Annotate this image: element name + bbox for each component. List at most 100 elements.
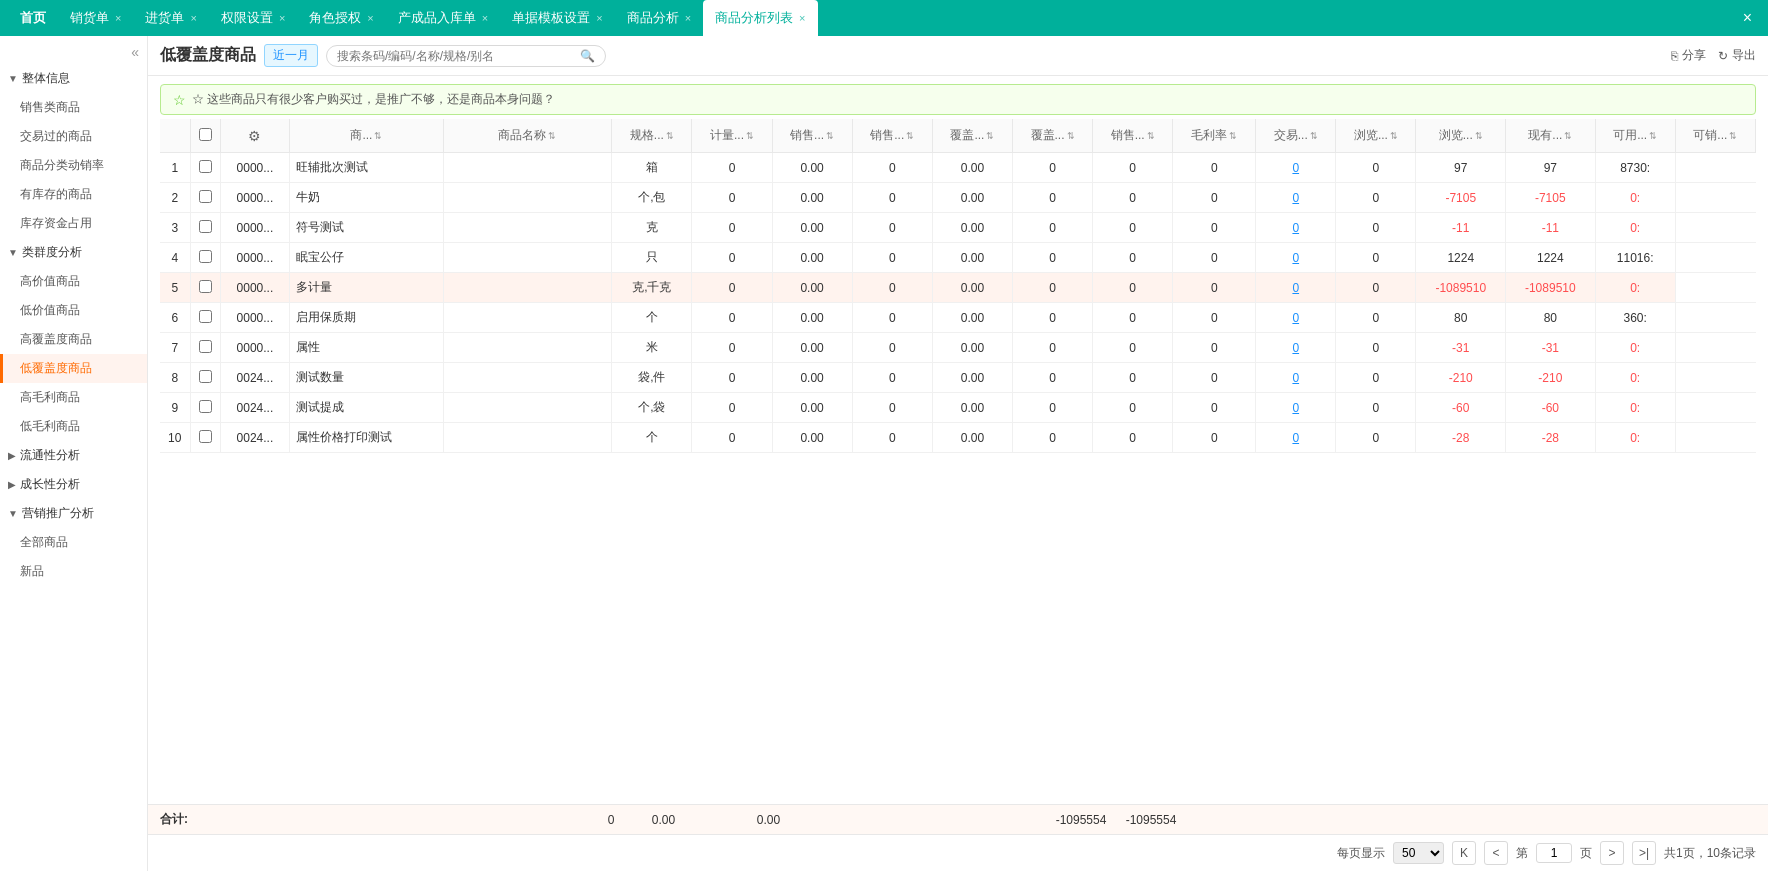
period-badge[interactable]: 近一月: [264, 44, 318, 67]
col-header-cover1[interactable]: 覆盖...⇅: [932, 119, 1012, 153]
sidebar-section-cluster[interactable]: ▼ 类群度分析: [0, 238, 147, 267]
row-browse1[interactable]: 0: [1256, 183, 1336, 213]
col-header-settings[interactable]: ⚙: [220, 119, 290, 153]
col-header-trade[interactable]: 交易...⇅: [1256, 119, 1336, 153]
row-checkbox[interactable]: [190, 273, 220, 303]
sidebar-item-low-coverage[interactable]: 低覆盖度商品: [0, 354, 147, 383]
col-header-stock2[interactable]: 可用...⇅: [1595, 119, 1675, 153]
last-page-button[interactable]: >|: [1632, 841, 1656, 865]
col-header-spec[interactable]: 规格...⇅: [612, 119, 692, 153]
close-icon[interactable]: ×: [115, 12, 121, 24]
col-header-stock1[interactable]: 现有...⇅: [1506, 119, 1596, 153]
row-select-checkbox[interactable]: [199, 280, 212, 293]
sidebar-section-flow[interactable]: ▶ 流通性分析: [0, 441, 147, 470]
search-input[interactable]: [337, 49, 576, 63]
close-icon[interactable]: ×: [279, 12, 285, 24]
row-browse1[interactable]: 0: [1256, 243, 1336, 273]
nav-tab-permissions[interactable]: 权限设置 ×: [209, 0, 297, 36]
prev-page-button[interactable]: <: [1484, 841, 1508, 865]
col-header-unit[interactable]: 计量...⇅: [692, 119, 772, 153]
search-box[interactable]: 🔍: [326, 45, 606, 67]
sidebar-item-low-margin[interactable]: 低毛利商品: [0, 412, 147, 441]
select-all-checkbox[interactable]: [199, 128, 212, 141]
share-button[interactable]: ⎘ 分享: [1671, 47, 1706, 64]
settings-icon[interactable]: ⚙: [248, 128, 261, 144]
col-header-sales-amt[interactable]: 销售...⇅: [852, 119, 932, 153]
row-checkbox[interactable]: [190, 303, 220, 333]
row-browse1[interactable]: 0: [1256, 393, 1336, 423]
row-browse1[interactable]: 0: [1256, 303, 1336, 333]
row-select-checkbox[interactable]: [199, 250, 212, 263]
close-all-button[interactable]: ×: [1735, 9, 1760, 27]
row-browse1[interactable]: 0: [1256, 423, 1336, 453]
close-icon[interactable]: ×: [367, 12, 373, 24]
close-icon[interactable]: ×: [190, 12, 196, 24]
sidebar-item-high-coverage[interactable]: 高覆盖度商品: [0, 325, 147, 354]
row-select-checkbox[interactable]: [199, 340, 212, 353]
row-browse1[interactable]: 0: [1256, 273, 1336, 303]
row-select-checkbox[interactable]: [199, 310, 212, 323]
col-header-browse2[interactable]: 浏览...⇅: [1416, 119, 1506, 153]
row-checkbox[interactable]: [190, 393, 220, 423]
col-header-cover2[interactable]: 覆盖...⇅: [1012, 119, 1092, 153]
close-icon[interactable]: ×: [799, 12, 805, 24]
nav-tab-template[interactable]: 单据模板设置 ×: [500, 0, 614, 36]
row-select-checkbox[interactable]: [199, 400, 212, 413]
sidebar-collapse-button[interactable]: «: [131, 44, 139, 60]
nav-tab-analysis[interactable]: 商品分析 ×: [615, 0, 703, 36]
sidebar-item-high-margin[interactable]: 高毛利商品: [0, 383, 147, 412]
sidebar-item-traded-goods[interactable]: 交易过的商品: [0, 122, 147, 151]
sidebar-section-marketing[interactable]: ▼ 营销推广分析: [0, 499, 147, 528]
sidebar-section-growth[interactable]: ▶ 成长性分析: [0, 470, 147, 499]
sidebar-item-sales-goods[interactable]: 销售类商品: [0, 93, 147, 122]
row-checkbox[interactable]: [190, 243, 220, 273]
row-checkbox[interactable]: [190, 363, 220, 393]
row-checkbox[interactable]: [190, 183, 220, 213]
col-header-sales-qty[interactable]: 销售...⇅: [772, 119, 852, 153]
sidebar-item-low-value[interactable]: 低价值商品: [0, 296, 147, 325]
nav-tab-home[interactable]: 首页: [8, 0, 58, 36]
row-select-checkbox[interactable]: [199, 430, 212, 443]
col-header-name[interactable]: 商品名称⇅: [443, 119, 612, 153]
close-icon[interactable]: ×: [596, 12, 602, 24]
close-icon[interactable]: ×: [482, 12, 488, 24]
col-header-code[interactable]: 商...⇅: [290, 119, 443, 153]
sidebar-item-category-rate[interactable]: 商品分类动销率: [0, 151, 147, 180]
nav-tab-sales[interactable]: 销货单 ×: [58, 0, 133, 36]
sidebar-item-all-goods[interactable]: 全部商品: [0, 528, 147, 557]
row-select-checkbox[interactable]: [199, 190, 212, 203]
row-checkbox[interactable]: [190, 153, 220, 183]
first-page-button[interactable]: K: [1452, 841, 1476, 865]
col-header-checkbox[interactable]: [190, 119, 220, 153]
col-header-browse1[interactable]: 浏览...⇅: [1336, 119, 1416, 153]
nav-tab-warehouse[interactable]: 产成品入库单 ×: [386, 0, 500, 36]
row-select-checkbox[interactable]: [199, 220, 212, 233]
search-icon[interactable]: 🔍: [580, 49, 595, 63]
col-header-sales3[interactable]: 销售...⇅: [1093, 119, 1173, 153]
row-checkbox[interactable]: [190, 333, 220, 363]
row-browse1[interactable]: 0: [1256, 333, 1336, 363]
row-checkbox[interactable]: [190, 213, 220, 243]
row-select-checkbox[interactable]: [199, 160, 212, 173]
sidebar-item-high-value[interactable]: 高价值商品: [0, 267, 147, 296]
nav-tab-analysis-list[interactable]: 商品分析列表 ×: [703, 0, 817, 36]
sidebar-item-stocked-goods[interactable]: 有库存的商品: [0, 180, 147, 209]
sidebar-section-overall[interactable]: ▼ 整体信息: [0, 64, 147, 93]
sidebar-item-new-goods[interactable]: 新品: [0, 557, 147, 586]
page-size-select[interactable]: 50 20 100 200: [1393, 842, 1444, 864]
nav-tab-roles[interactable]: 角色授权 ×: [297, 0, 385, 36]
row-browse1[interactable]: 0: [1256, 363, 1336, 393]
row-browse1[interactable]: 0: [1256, 153, 1336, 183]
row-checkbox[interactable]: [190, 423, 220, 453]
row-select-checkbox[interactable]: [199, 370, 212, 383]
col-header-gross[interactable]: 毛利率⇅: [1173, 119, 1256, 153]
col-header-stock3[interactable]: 可销...⇅: [1675, 119, 1755, 153]
row-browse1[interactable]: 0: [1256, 213, 1336, 243]
nav-tab-purchase[interactable]: 进货单 ×: [133, 0, 208, 36]
current-page-input[interactable]: [1536, 843, 1572, 863]
close-icon[interactable]: ×: [685, 12, 691, 24]
export-button[interactable]: ↻ 导出: [1718, 47, 1756, 64]
row-stock3: 0:: [1595, 213, 1675, 243]
next-page-button[interactable]: >: [1600, 841, 1624, 865]
sidebar-item-stock-capital[interactable]: 库存资金占用: [0, 209, 147, 238]
